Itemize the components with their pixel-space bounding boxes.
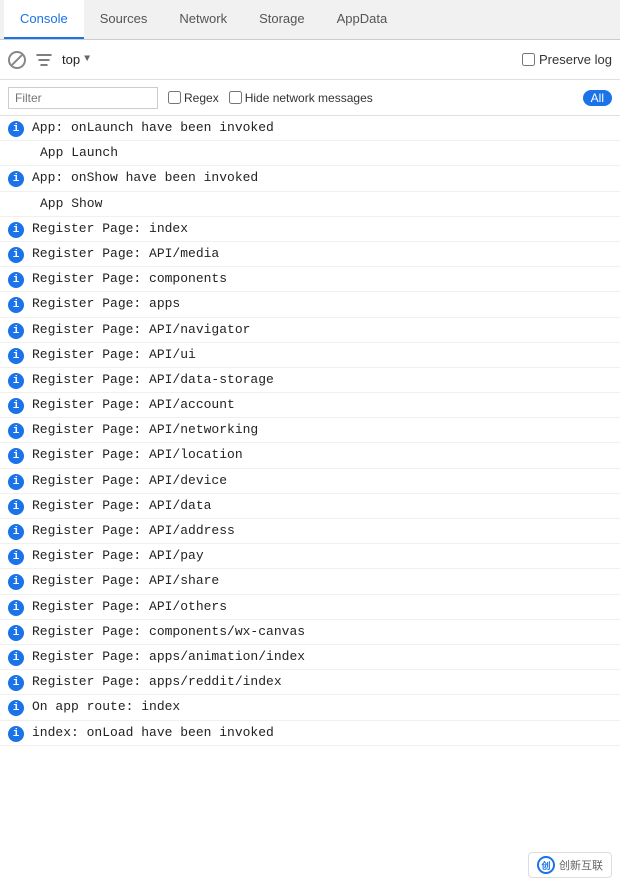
info-icon: i [8,499,24,515]
log-entry: i Register Page: API/device [0,469,620,494]
info-icon: i [8,423,24,439]
context-dropdown-arrow[interactable]: ▼ [84,54,90,65]
log-entry: i App: onLaunch have been invoked [0,116,620,141]
tab-sources[interactable]: Sources [84,0,164,39]
context-selector[interactable]: top ▼ [62,52,514,67]
log-text: Register Page: components [32,270,227,288]
info-icon: i [8,625,24,641]
info-icon: i [8,297,24,313]
log-entry: i Register Page: API/navigator [0,318,620,343]
info-icon: i [8,574,24,590]
preserve-log-checkbox[interactable] [522,53,535,66]
log-text: Register Page: API/media [32,245,219,263]
log-text: Register Page: API/account [32,396,235,414]
hide-network-checkbox[interactable] [229,91,242,104]
info-icon: i [8,524,24,540]
tab-appdata[interactable]: AppData [321,0,404,39]
ban-icon[interactable] [8,51,26,69]
log-text: Register Page: API/navigator [32,321,250,339]
log-text: Register Page: API/device [32,472,227,490]
log-entry: i Register Page: API/location [0,443,620,468]
info-icon: i [8,373,24,389]
log-entry: i Register Page: apps/reddit/index [0,670,620,695]
log-text: Register Page: API/ui [32,346,196,364]
log-entry: i Register Page: API/others [0,595,620,620]
log-text: Register Page: API/share [32,572,219,590]
info-icon: i [8,700,24,716]
info-icon: i [8,474,24,490]
filter-options: Regex Hide network messages [168,91,373,105]
log-entry: i Register Page: API/ui [0,343,620,368]
log-text: Register Page: API/pay [32,547,204,565]
log-entry: i Register Page: API/data-storage [0,368,620,393]
log-entry: i Register Page: apps/animation/index [0,645,620,670]
log-text: Register Page: index [32,220,188,238]
log-entry: i Register Page: API/share [0,569,620,594]
log-entry: i App: onShow have been invoked [0,166,620,191]
info-icon: i [8,726,24,742]
tab-network[interactable]: Network [163,0,243,39]
info-icon: i [8,222,24,238]
info-icon: i [8,171,24,187]
info-icon: i [8,247,24,263]
watermark: 创 创新互联 [528,852,612,878]
log-entry: i Register Page: components/wx-canvas [0,620,620,645]
toolbar-right: Preserve log [522,52,612,67]
log-text: Register Page: API/address [32,522,235,540]
info-icon: i [8,121,24,137]
log-text: index: onLoad have been invoked [32,724,274,742]
log-entry: i Register Page: API/data [0,494,620,519]
log-text: Register Page: apps [32,295,180,313]
log-text: On app route: index [32,698,180,716]
log-text: Register Page: API/others [32,598,227,616]
filter-icon[interactable] [34,50,54,70]
log-text: App: onShow have been invoked [32,169,258,187]
log-entry: App Show [0,192,620,217]
watermark-logo: 创 [537,856,555,874]
filter-input[interactable] [8,87,158,109]
info-icon: i [8,650,24,666]
info-icon: i [8,398,24,414]
log-text: App Show [40,195,102,213]
log-entry: App Launch [0,141,620,166]
all-badge[interactable]: All [583,90,612,106]
console-log: i App: onLaunch have been invoked App Laun… [0,116,620,886]
log-entry: i Register Page: API/address [0,519,620,544]
regex-label[interactable]: Regex [168,91,219,105]
log-entry: i Register Page: API/networking [0,418,620,443]
info-icon: i [8,323,24,339]
log-entry: i Register Page: API/pay [0,544,620,569]
log-entry: i Register Page: apps [0,292,620,317]
preserve-log-label[interactable]: Preserve log [522,52,612,67]
log-entry: i Register Page: index [0,217,620,242]
context-value: top [62,52,80,67]
info-icon: i [8,448,24,464]
toolbar: top ▼ Preserve log [0,40,620,80]
tab-storage[interactable]: Storage [243,0,321,39]
log-entry: i index: onLoad have been invoked [0,721,620,746]
log-text: Register Page: API/location [32,446,243,464]
log-text: App: onLaunch have been invoked [32,119,274,137]
log-text: Register Page: apps/animation/index [32,648,305,666]
tab-console[interactable]: Console [4,0,84,39]
tab-bar: Console Sources Network Storage AppData [0,0,620,40]
info-icon: i [8,549,24,565]
log-text: Register Page: components/wx-canvas [32,623,305,641]
log-entry: i Register Page: API/account [0,393,620,418]
info-icon: i [8,600,24,616]
log-text: App Launch [40,144,118,162]
regex-checkbox[interactable] [168,91,181,104]
filter-bar: Regex Hide network messages All [0,80,620,116]
info-icon: i [8,675,24,691]
log-entry: i Register Page: API/media [0,242,620,267]
log-text: Register Page: API/data-storage [32,371,274,389]
log-text: Register Page: API/data [32,497,211,515]
info-icon: i [8,272,24,288]
log-entry: i Register Page: components [0,267,620,292]
log-entry: i On app route: index [0,695,620,720]
hide-network-label[interactable]: Hide network messages [229,91,373,105]
log-text: Register Page: API/networking [32,421,258,439]
log-text: Register Page: apps/reddit/index [32,673,282,691]
info-icon: i [8,348,24,364]
